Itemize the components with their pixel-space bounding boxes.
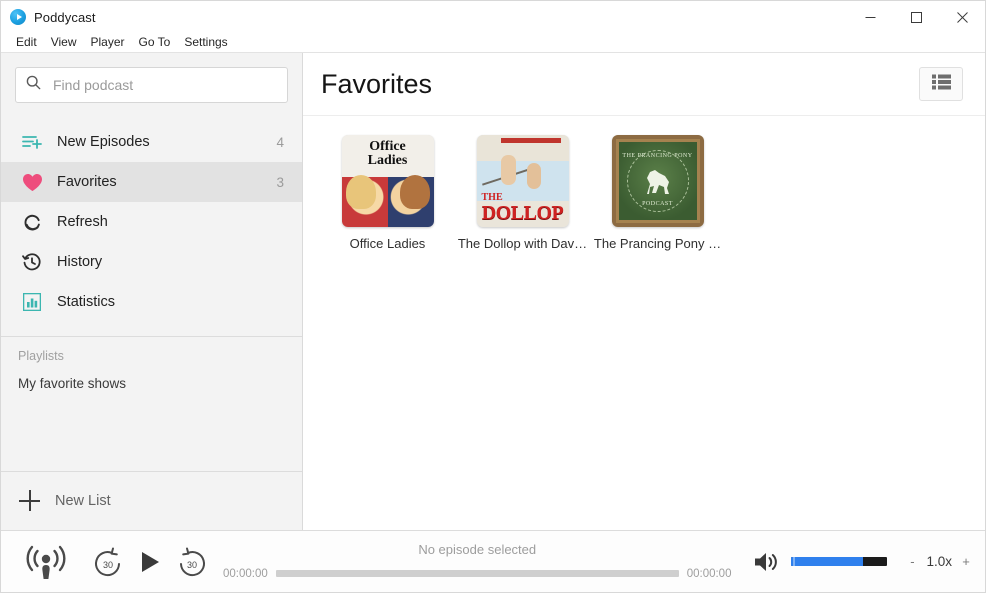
sidebar-item-favorites[interactable]: Favorites 3 (1, 162, 302, 202)
playlists-section-label: Playlists (18, 349, 64, 363)
rewind-30-icon[interactable]: 30 (93, 547, 123, 577)
progress-row: 00:00:00 00:00:00 (223, 568, 731, 580)
podcast-title: The Dollop with Dav… (457, 236, 588, 251)
player-bar: 30 30 No episode selected 00:00:00 00:00… (1, 530, 985, 592)
menu-bar: Edit View Player Go To Settings (1, 33, 985, 53)
menu-item-edit[interactable]: Edit (9, 33, 44, 52)
sidebar-item-history[interactable]: History (1, 242, 302, 282)
podcast-title: Office Ladies (349, 236, 426, 251)
window-title: Poddycast (34, 9, 96, 25)
menu-item-go-to[interactable]: Go To (132, 33, 178, 52)
volume-slider[interactable] (791, 557, 888, 566)
sidebar-nav: New Episodes 4 Favorites 3 Refresh Histo… (1, 115, 302, 322)
speed-increase-button[interactable]: + (961, 554, 971, 569)
sidebar-item-count: 4 (276, 134, 284, 150)
playlist-item[interactable]: My favorite shows (1, 363, 302, 391)
sidebar-item-label: New Episodes (57, 134, 150, 150)
podcast-tile[interactable]: THE DOLLOP The Dollop with Dav… (456, 135, 589, 251)
sidebar-item-statistics[interactable]: Statistics (1, 282, 302, 322)
volume-section (753, 550, 888, 574)
sidebar-item-new-episodes[interactable]: New Episodes 4 (1, 122, 302, 162)
play-icon[interactable] (139, 550, 161, 574)
search-input[interactable] (51, 76, 277, 94)
history-clock-icon (21, 252, 43, 272)
menu-item-player[interactable]: Player (83, 33, 131, 52)
podcast-tile[interactable]: Office Ladies Office Ladies (321, 135, 454, 251)
progress-section: No episode selected 00:00:00 00:00:00 (223, 536, 731, 588)
office-ladies-artwork: Office Ladies (341, 135, 434, 227)
bar-chart-icon (21, 293, 43, 311)
minimize-icon[interactable] (847, 1, 893, 33)
seek-slider[interactable] (275, 570, 679, 577)
refresh-icon (21, 213, 43, 232)
svg-text:30: 30 (187, 560, 197, 570)
sidebar-item-count: 3 (276, 174, 284, 190)
playback-speed-section: - 1.0x + (907, 554, 971, 569)
search-container (1, 53, 302, 115)
sidebar: New Episodes 4 Favorites 3 (1, 53, 303, 530)
svg-text:30: 30 (103, 560, 113, 570)
speed-value: 1.0x (926, 554, 952, 569)
list-view-icon (931, 74, 951, 95)
plus-icon (19, 490, 41, 512)
sidebar-item-label: Refresh (57, 214, 108, 230)
podcast-tile[interactable]: THE PRANCING PONY PODCAST The Prancing P… (591, 135, 724, 251)
podcast-circle-icon (10, 9, 26, 25)
title-bar: Poddycast (1, 1, 985, 33)
total-time: 00:00:00 (686, 567, 732, 580)
podcast-antenna-icon[interactable] (23, 542, 69, 582)
new-episodes-icon (21, 133, 43, 151)
content-header: Favorites (303, 53, 985, 116)
new-list-label: New List (55, 493, 111, 509)
window-controls (847, 1, 985, 33)
app-window: Poddycast Edit View Player Go To Setting… (0, 0, 986, 593)
search-icon (26, 75, 41, 95)
menu-item-view[interactable]: View (44, 33, 84, 52)
heart-icon (21, 173, 43, 192)
sidebar-item-refresh[interactable]: Refresh (1, 202, 302, 242)
maximize-icon[interactable] (893, 1, 939, 33)
sidebar-item-label: Favorites (57, 174, 117, 190)
sidebar-item-label: History (57, 254, 103, 270)
new-list-button[interactable]: New List (1, 471, 302, 530)
sidebar-item-label: Statistics (57, 294, 116, 310)
speed-decrease-button[interactable]: - (907, 554, 917, 569)
prancing-pony-artwork: THE PRANCING PONY PODCAST (611, 135, 704, 227)
search-box[interactable] (15, 67, 288, 103)
page-title: Favorites (321, 68, 433, 99)
list-view-toggle-button[interactable] (919, 67, 963, 101)
playlists-section: Playlists My favorite shows (1, 337, 302, 471)
menu-item-settings[interactable]: Settings (177, 33, 234, 52)
elapsed-time: 00:00:00 (223, 567, 268, 580)
main-body: New Episodes 4 Favorites 3 (1, 53, 985, 530)
now-playing-label: No episode selected (418, 541, 537, 557)
volume-icon[interactable] (753, 550, 779, 574)
the-dollop-artwork: THE DOLLOP (476, 135, 569, 227)
podcast-title: The Prancing Pony … (593, 236, 722, 251)
close-icon[interactable] (939, 1, 985, 33)
forward-30-icon[interactable]: 30 (177, 547, 207, 577)
podcast-grid: Office Ladies Office Ladies THE DOLLOP T… (303, 116, 985, 530)
main-content: Favorites Office Ladies Office Ladies TH… (303, 53, 985, 530)
